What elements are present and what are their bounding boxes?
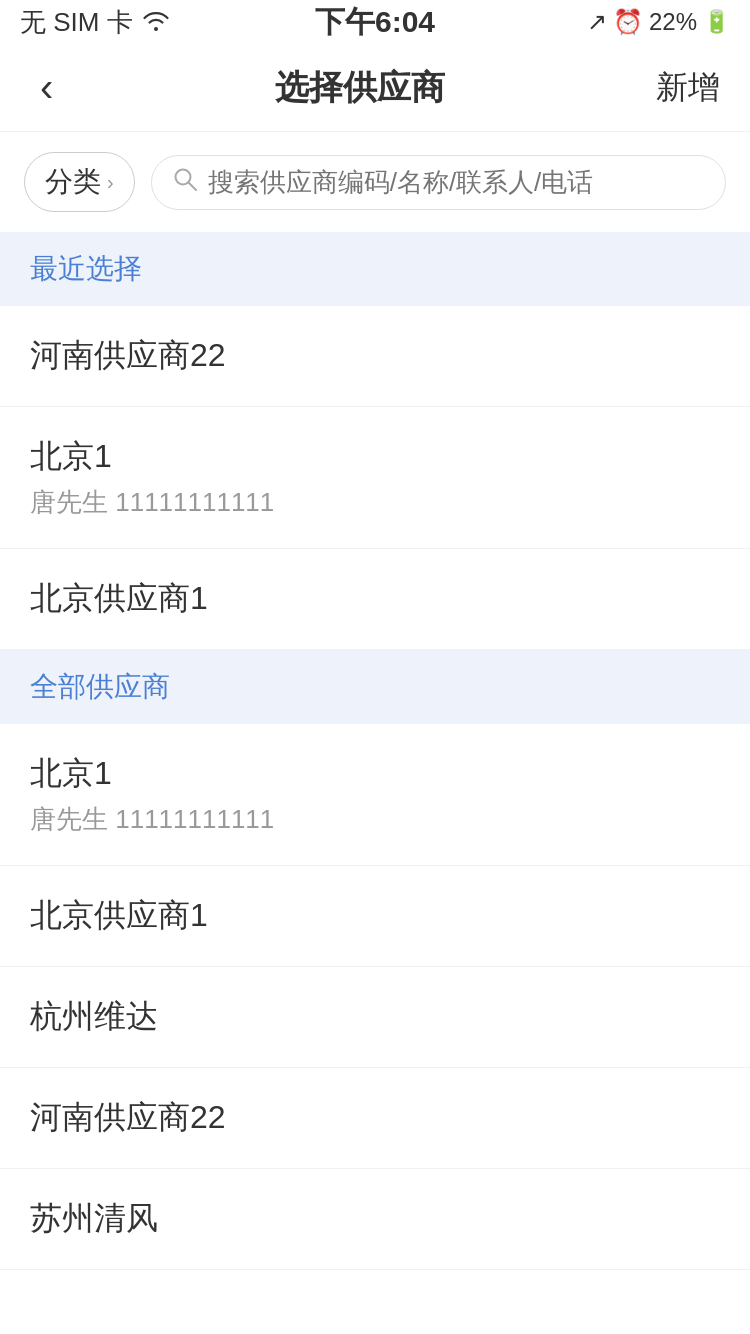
nav-bar: ‹ 选择供应商 新增 [0,44,750,132]
page-title: 选择供应商 [275,65,445,111]
chevron-right-icon: › [107,171,114,194]
list-item[interactable]: 北京供应商1 [0,866,750,967]
list-item[interactable]: 杭州维达 [0,967,750,1068]
list-item[interactable]: 北京1 唐先生 11111111111 [0,407,750,549]
battery-icon: 🔋 [703,9,730,35]
item-name: 河南供应商22 [30,1096,720,1140]
item-name: 北京供应商1 [30,577,720,621]
item-name: 苏州清风 [30,1197,720,1241]
category-button[interactable]: 分类 › [24,152,135,212]
search-box [151,155,726,210]
item-name: 杭州维达 [30,995,720,1039]
status-left: 无 SIM 卡 [20,5,171,40]
alarm-icon: ⏰ [613,8,643,36]
item-sub: 唐先生 11111111111 [30,802,720,837]
search-icon [172,166,198,199]
item-name: 北京1 [30,752,720,796]
category-label: 分类 [45,163,101,201]
search-input[interactable] [208,167,705,198]
item-sub: 唐先生 11111111111 [30,485,720,520]
wifi-icon [141,7,171,38]
all-items-list: 北京1 唐先生 11111111111 北京供应商1 杭州维达 河南供应商22 … [0,724,750,1270]
all-section-header: 全部供应商 [0,650,750,724]
status-time: 下午6:04 [315,2,435,43]
recent-items-list: 河南供应商22 北京1 唐先生 11111111111 北京供应商1 [0,306,750,650]
list-item[interactable]: 苏州清风 [0,1169,750,1270]
no-sim-text: 无 SIM 卡 [20,5,133,40]
status-bar: 无 SIM 卡 下午6:04 ↗ ⏰ 22% 🔋 [0,0,750,44]
all-section-label: 全部供应商 [30,671,170,702]
list-item[interactable]: 河南供应商22 [0,1068,750,1169]
svg-line-1 [188,182,196,190]
list-item[interactable]: 北京1 唐先生 11111111111 [0,724,750,866]
recent-section-header: 最近选择 [0,232,750,306]
list-item[interactable]: 河南供应商22 [0,306,750,407]
back-button[interactable]: ‹ [30,55,63,120]
list-item[interactable]: 北京供应商1 [0,549,750,650]
item-name: 北京供应商1 [30,894,720,938]
item-name: 河南供应商22 [30,334,720,378]
status-right: ↗ ⏰ 22% 🔋 [587,8,730,36]
filter-bar: 分类 › [0,132,750,232]
add-button[interactable]: 新增 [656,66,720,110]
battery-text: 22% [649,8,697,36]
location-icon: ↗ [587,8,607,36]
recent-section-label: 最近选择 [30,253,142,284]
item-name: 北京1 [30,435,720,479]
